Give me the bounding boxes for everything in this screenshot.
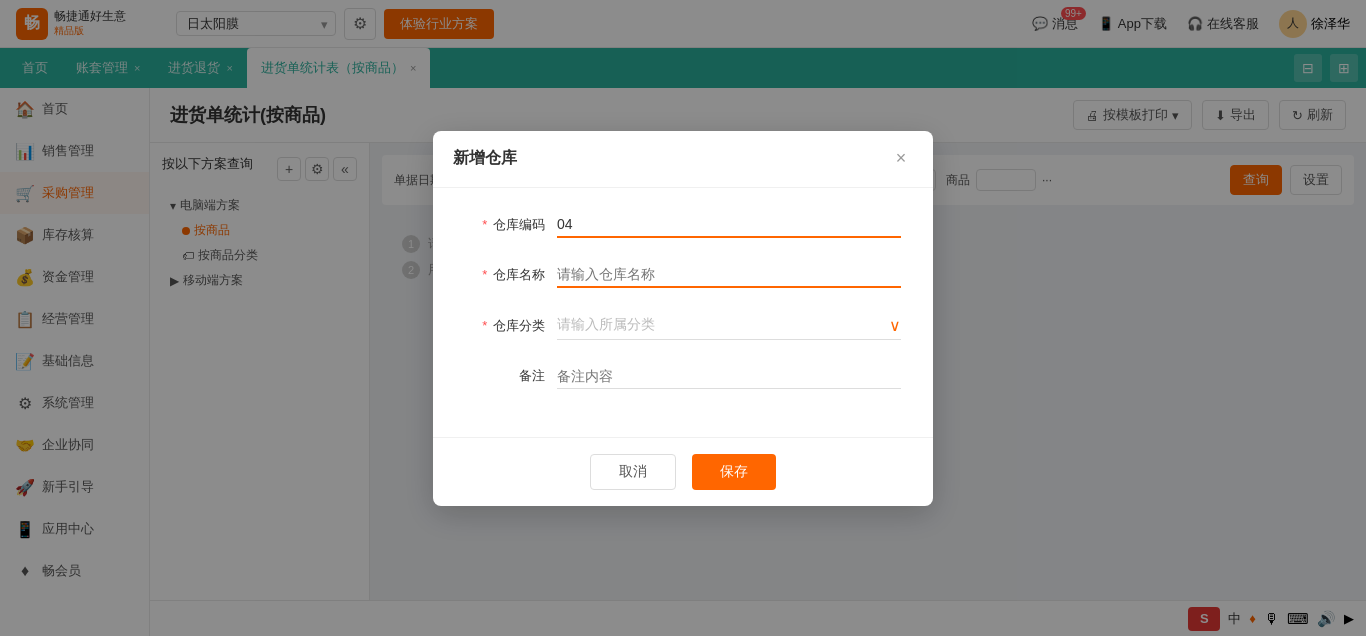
save-button[interactable]: 保存 — [692, 454, 776, 490]
cancel-button[interactable]: 取消 — [590, 454, 676, 490]
warehouse-remark-input[interactable] — [557, 364, 901, 389]
warehouse-code-label: * 仓库编码 — [465, 216, 545, 234]
warehouse-category-placeholder: 请输入所属分类 — [557, 316, 655, 334]
warehouse-remark-label: 备注 — [465, 367, 545, 385]
warehouse-category-label: * 仓库分类 — [465, 317, 545, 335]
modal-header: 新增仓库 × — [433, 131, 933, 188]
required-star-name: * — [482, 267, 487, 282]
required-star-code: * — [482, 217, 487, 232]
modal-title: 新增仓库 — [453, 148, 517, 169]
add-warehouse-modal: 新增仓库 × * 仓库编码 * 仓库名称 — [433, 131, 933, 506]
required-star-category: * — [482, 318, 487, 333]
modal-overlay: 新增仓库 × * 仓库编码 * 仓库名称 — [0, 0, 1366, 636]
modal-close-button[interactable]: × — [889, 147, 913, 171]
warehouse-category-select[interactable]: 请输入所属分类 ∨ — [557, 312, 901, 340]
warehouse-name-label: * 仓库名称 — [465, 266, 545, 284]
modal-body: * 仓库编码 * 仓库名称 * 仓库分类 请输入 — [433, 188, 933, 437]
warehouse-remark-row: 备注 — [465, 364, 901, 389]
warehouse-name-row: * 仓库名称 — [465, 262, 901, 288]
warehouse-name-input[interactable] — [557, 262, 901, 288]
warehouse-code-input[interactable] — [557, 212, 901, 238]
warehouse-category-row: * 仓库分类 请输入所属分类 ∨ — [465, 312, 901, 340]
warehouse-code-row: * 仓库编码 — [465, 212, 901, 238]
modal-footer: 取消 保存 — [433, 437, 933, 506]
category-dropdown-icon: ∨ — [889, 316, 901, 335]
